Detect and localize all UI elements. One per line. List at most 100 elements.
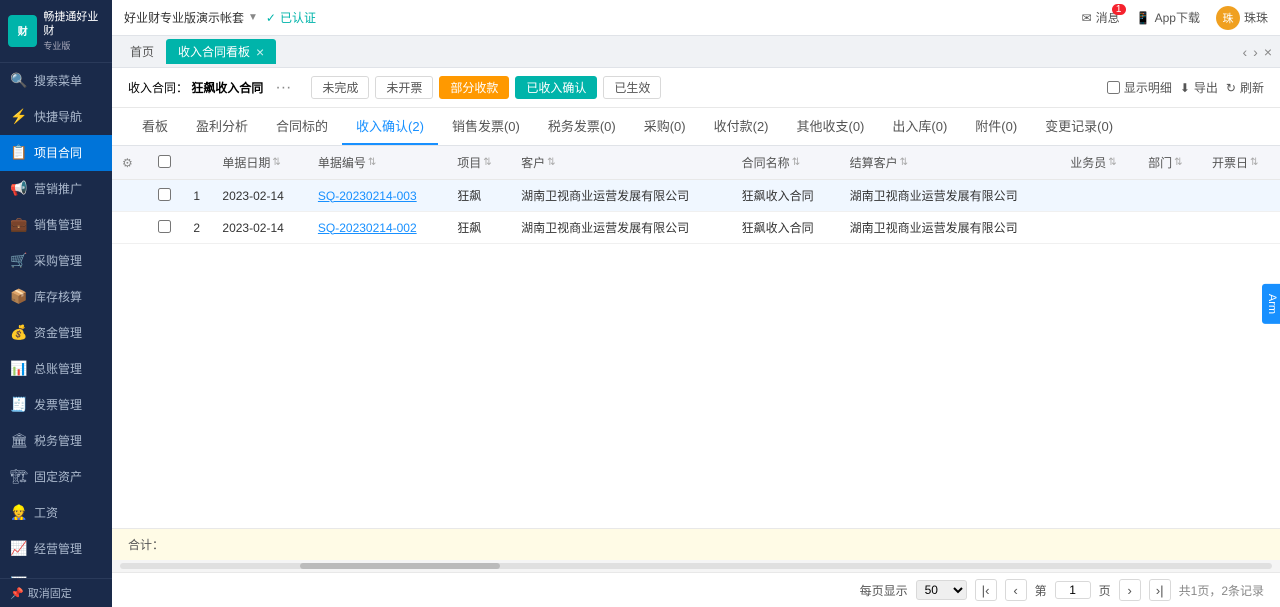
subtab-warehouse[interactable]: 出入库(0) [878, 108, 961, 145]
th-project[interactable]: 项目⇅ [447, 146, 511, 180]
subtab-purchase-label: 采购(0) [644, 119, 686, 134]
settings-icon[interactable]: ⚙ [122, 156, 133, 170]
sidebar-item-funds[interactable]: 💰 资金管理 [0, 315, 112, 351]
status-confirmed[interactable]: 已收入确认 [515, 76, 597, 99]
active-tab[interactable]: 收入合同看板 × [166, 39, 276, 64]
prev-page-button[interactable]: ‹ [1005, 579, 1027, 601]
sidebar-item-purchase[interactable]: 🛒 采购管理 [0, 243, 112, 279]
total-info: 共1页，2条记录 [1179, 582, 1264, 599]
cell-checkbox[interactable] [148, 180, 181, 212]
page-input[interactable] [1055, 581, 1091, 599]
sidebar-item-tax[interactable]: 🏛 税务管理 [0, 423, 112, 459]
subtab-tax-invoice[interactable]: 税务发票(0) [534, 108, 630, 145]
th-date[interactable]: 单据日期⇅ [212, 146, 308, 180]
sidebar-item-invoice[interactable]: 🧾 发票管理 [0, 387, 112, 423]
th-end-customer[interactable]: 结算客户⇅ [840, 146, 1061, 180]
th-contract-name[interactable]: 合同名称⇅ [732, 146, 840, 180]
close-tab-button[interactable]: × [256, 45, 264, 59]
th-department[interactable]: 部门⇅ [1138, 146, 1202, 180]
doc-number-link[interactable]: SQ-20230214-002 [318, 221, 417, 235]
scrollbar-thumb[interactable] [300, 563, 500, 569]
show-detail-checkbox[interactable] [1107, 81, 1120, 94]
sidebar-item-payroll[interactable]: 👷 工资 [0, 495, 112, 531]
app-download-icon: 📱 [1136, 11, 1151, 25]
next-page-button[interactable]: › [1119, 579, 1141, 601]
th-number[interactable]: 单据编号⇅ [308, 146, 447, 180]
row-checkbox[interactable] [158, 188, 171, 201]
message-button[interactable]: ✉ 1 消息 [1082, 9, 1120, 26]
th-customer[interactable]: 客户⇅ [511, 146, 732, 180]
subtab-sales-invoice[interactable]: 销售发票(0) [438, 108, 534, 145]
app-download-button[interactable]: 📱 App下载 [1136, 9, 1200, 26]
sidebar-item-marketing[interactable]: 📢 营销推广 [0, 171, 112, 207]
home-tab[interactable]: 首页 [120, 39, 164, 64]
cell-settings [112, 212, 148, 244]
contract-more-button[interactable]: ··· [275, 79, 291, 97]
sidebar-item-ledger[interactable]: 📊 总账管理 [0, 351, 112, 387]
status-partial-received[interactable]: 部分收款 [439, 76, 509, 99]
side-action-button[interactable]: Arm [1262, 283, 1280, 323]
th-settings[interactable]: ⚙ [112, 146, 148, 180]
export-icon: ⬇ [1180, 81, 1190, 95]
scrollbar-track [120, 563, 1272, 569]
cell-open-date [1202, 180, 1280, 212]
doc-number-link[interactable]: SQ-20230214-003 [318, 189, 417, 203]
refresh-label: 刷新 [1240, 79, 1264, 96]
cell-salesperson [1060, 212, 1138, 244]
certified-check-icon: ✓ [266, 11, 276, 25]
footer-total-label: 合计： [128, 536, 164, 553]
status-effective[interactable]: 已生效 [603, 76, 661, 99]
refresh-button[interactable]: ↻ 刷新 [1226, 79, 1264, 96]
tab-close-all-button[interactable]: × [1264, 44, 1272, 60]
subtab-attachment[interactable]: 附件(0) [961, 108, 1031, 145]
subtab-payment[interactable]: 收付款(2) [700, 108, 783, 145]
contract-title-area: 收入合同： 狂飙收入合同 [128, 79, 263, 96]
cell-checkbox[interactable] [148, 212, 181, 244]
th-salesperson[interactable]: 业务员⇅ [1060, 146, 1138, 180]
status-uninvoiced[interactable]: 未开票 [375, 76, 433, 99]
number-sort-icon: ⇅ [368, 157, 376, 168]
row-checkbox[interactable] [158, 220, 171, 233]
tab-nav-buttons: ‹ › × [1242, 44, 1272, 60]
subtab-purchase[interactable]: 采购(0) [630, 108, 700, 145]
subtab-change-log[interactable]: 变更记录(0) [1031, 108, 1127, 145]
sidebar-item-quick-nav[interactable]: ⚡ 快捷导航 [0, 99, 112, 135]
first-page-button[interactable]: |‹ [975, 579, 997, 601]
subtab-board[interactable]: 看板 [128, 108, 182, 145]
per-page-select[interactable]: 50 100 200 [916, 580, 967, 600]
cell-number[interactable]: SQ-20230214-002 [308, 212, 447, 244]
th-open-date[interactable]: 开票日⇅ [1202, 146, 1280, 180]
refresh-icon: ↻ [1226, 81, 1236, 95]
show-detail-checkbox-label[interactable]: 显示明细 [1107, 79, 1172, 96]
cell-number[interactable]: SQ-20230214-003 [308, 180, 447, 212]
sidebar-item-operations[interactable]: 📈 经营管理 [0, 531, 112, 567]
unpin-button[interactable]: 📌 取消固定 [0, 578, 112, 607]
sidebar-item-reports[interactable]: 📉 小畅报告 [0, 567, 112, 578]
subtab-subject[interactable]: 合同标的 [262, 108, 342, 145]
subtab-revenue-confirm[interactable]: 收入确认(2) [342, 108, 438, 145]
sidebar-nav: 🔍 搜索菜单 ⚡ 快捷导航 📋 项目合同 📢 营销推广 💼 销售管理 🛒 采购管… [0, 63, 112, 578]
sidebar-item-search[interactable]: 🔍 搜索菜单 [0, 63, 112, 99]
subtab-profit[interactable]: 盈利分析 [182, 108, 262, 145]
select-all-checkbox[interactable] [158, 155, 171, 168]
tab-prev-button[interactable]: ‹ [1242, 44, 1247, 60]
user-avatar: 珠 [1216, 6, 1240, 30]
company-selector[interactable]: 好业财专业版演示帐套 ▼ [124, 9, 258, 26]
tab-next-button[interactable]: › [1253, 44, 1258, 60]
last-page-button[interactable]: ›| [1149, 579, 1171, 601]
horizontal-scrollbar[interactable] [112, 560, 1280, 572]
subtab-other-income[interactable]: 其他收支(0) [783, 108, 879, 145]
sidebar-item-sales[interactable]: 💼 销售管理 [0, 207, 112, 243]
payroll-icon: 👷 [10, 504, 28, 522]
sidebar-item-fixed-assets[interactable]: 🏗 固定资产 [0, 459, 112, 495]
sidebar-item-inventory[interactable]: 📦 库存核算 [0, 279, 112, 315]
status-incomplete[interactable]: 未完成 [311, 76, 369, 99]
sidebar-item-project-contract[interactable]: 📋 项目合同 [0, 135, 112, 171]
export-button[interactable]: ⬇ 导出 [1180, 79, 1218, 96]
user-menu[interactable]: 珠 珠珠 [1216, 6, 1268, 30]
cell-contract-name: 狂飙收入合同 [732, 180, 840, 212]
sidebar-item-payroll-label: 工资 [34, 504, 58, 521]
certified-badge: ✓ 已认证 [266, 9, 316, 26]
topbar-right: ✉ 1 消息 📱 App下载 珠 珠珠 [1082, 6, 1268, 30]
cell-num: 1 [181, 180, 212, 212]
